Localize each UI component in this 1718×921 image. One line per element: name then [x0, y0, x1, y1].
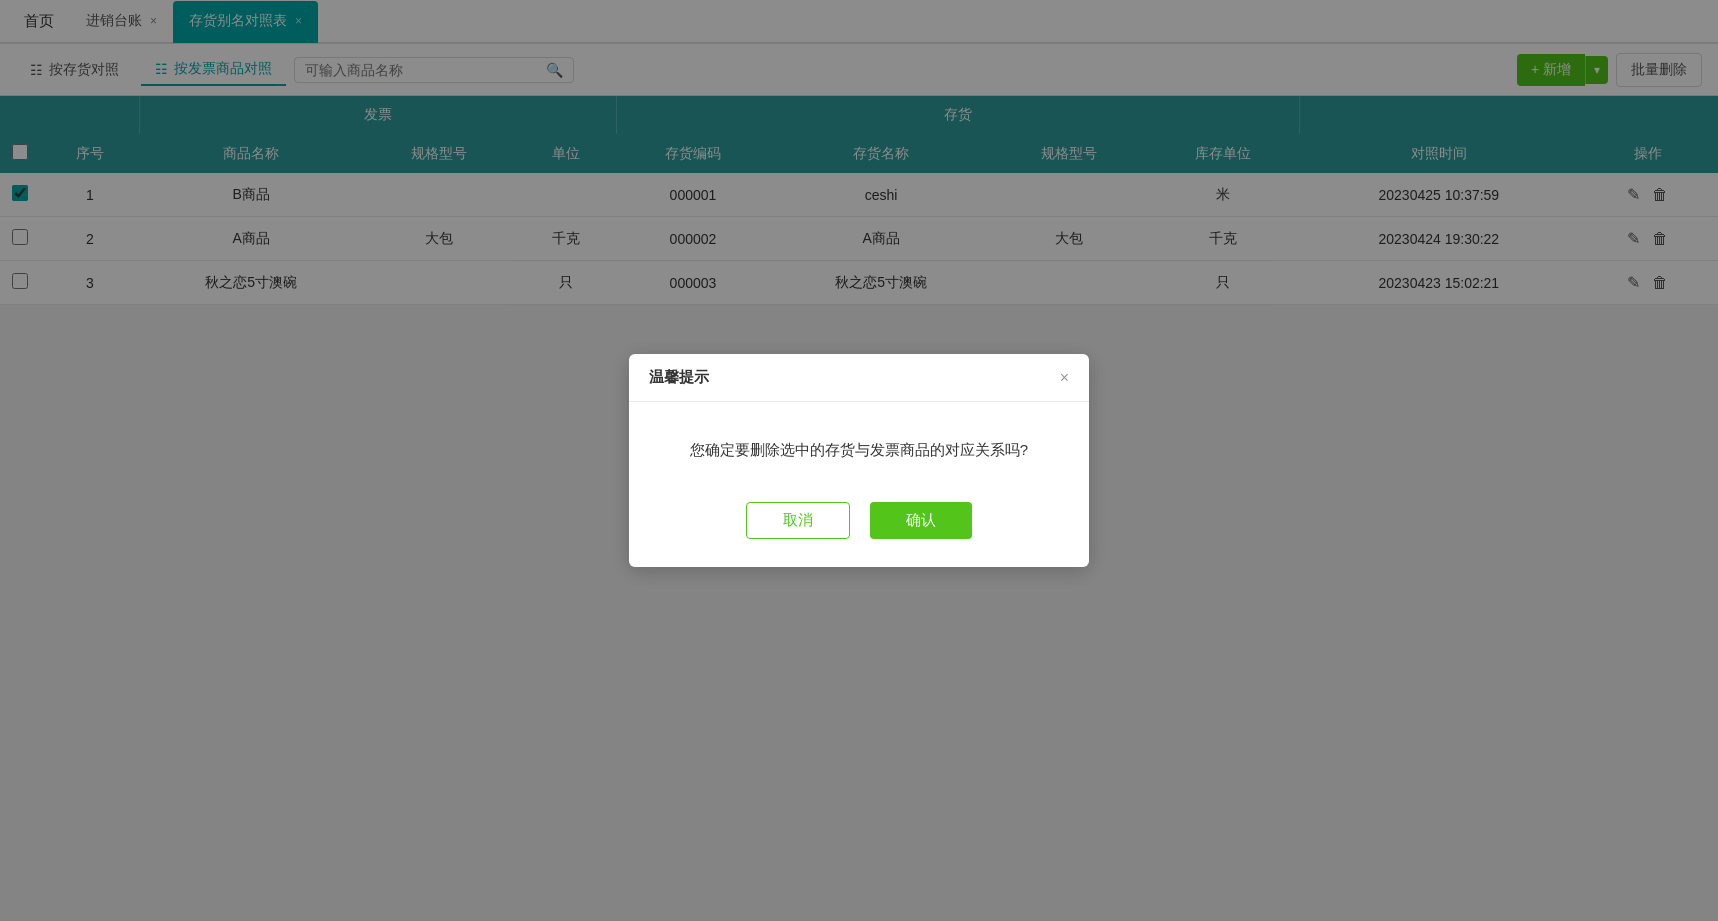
dialog-overlay[interactable]: 温馨提示 × 您确定要删除选中的存货与发票商品的对应关系吗? 取消 确认: [0, 0, 1718, 305]
